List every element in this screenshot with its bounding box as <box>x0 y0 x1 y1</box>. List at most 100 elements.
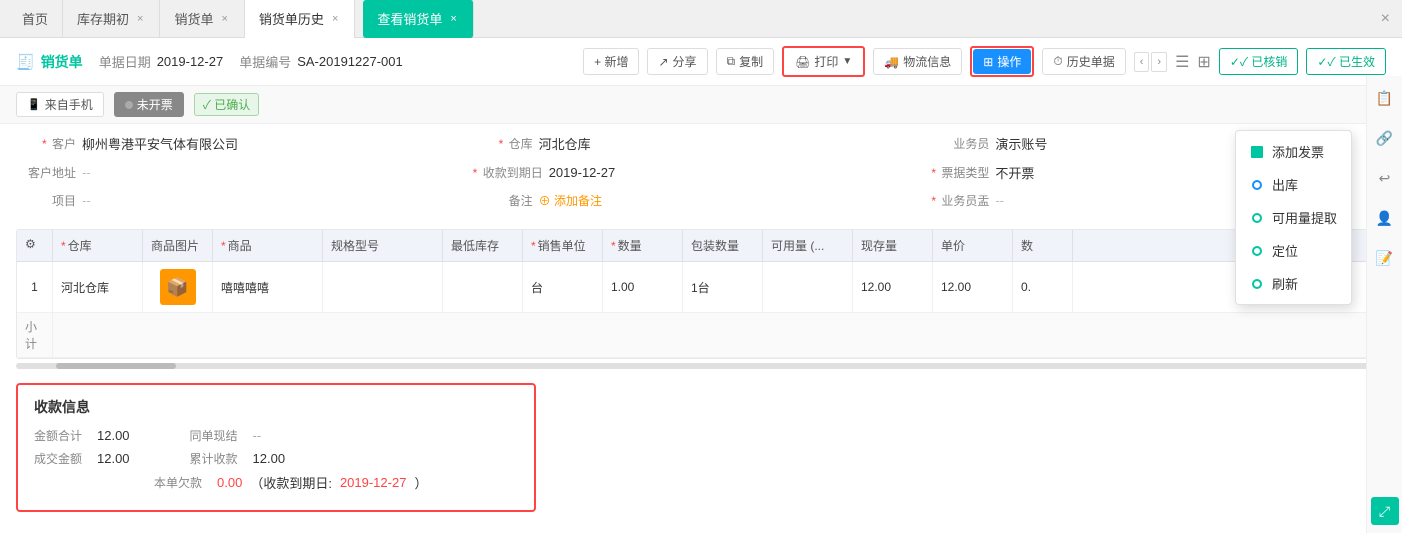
sidebar-user-icon[interactable]: 👤 <box>1371 204 1399 232</box>
date-value: 2019-12-27 <box>157 54 224 69</box>
tab-close-view[interactable]: × <box>448 11 458 27</box>
warehouse-value: 河北仓库 <box>539 134 930 153</box>
second-toolbar: 📱 来自手机 未开票 ✓ 已确认 <box>0 86 1402 124</box>
sidebar-return-icon[interactable]: ↩ <box>1371 164 1399 192</box>
view-toggle-list[interactable]: ☰ <box>1175 52 1189 72</box>
staff-label: 业务员 <box>929 135 989 152</box>
add-note-button[interactable]: ⊕ 添加备注 <box>539 192 602 209</box>
total-label: 金额合计 <box>34 427 89 444</box>
doc-title: 🧾 销货单 <box>16 52 83 72</box>
row-amount: 0. <box>1013 262 1073 312</box>
row-stock: 12.00 <box>853 262 933 312</box>
bottom-section: 收款信息 金额合计 12.00 同单现结 -- 成交金额 12.00 <box>0 373 1402 522</box>
scroll-bar-area[interactable] <box>16 363 1386 369</box>
share-button[interactable]: ↗ 分享 <box>647 48 707 75</box>
payment-info-box: 收款信息 金额合计 12.00 同单现结 -- 成交金额 12.00 <box>16 383 536 512</box>
customer-field: * 客户 柳州粤港平安气体有限公司 <box>16 134 473 153</box>
tab-home[interactable]: 首页 <box>8 0 63 38</box>
product-table: ⚙ *仓库 商品图片 *商品 规格型号 最低库存 *销售单位 *数量 包装数量 <box>16 229 1386 359</box>
cumulative-value: 12.00 <box>253 451 286 466</box>
scroll-thumb[interactable] <box>56 363 176 369</box>
sidebar-expand-icon[interactable]: ⤢ <box>1371 497 1399 525</box>
deal-value: 12.00 <box>97 451 130 466</box>
project-label: 项目 <box>16 192 76 209</box>
locate-item[interactable]: 定位 <box>1236 234 1351 267</box>
customer-label: * 客户 <box>16 135 76 152</box>
sidebar-link-icon[interactable]: 🔗 <box>1371 124 1399 152</box>
note-label: 备注 <box>473 192 533 209</box>
tab-view-sales[interactable]: 查看销货单 × <box>363 0 473 38</box>
payment-row-1: 金额合计 12.00 同单现结 -- <box>34 427 518 444</box>
col-min-stock-header: 最低库存 <box>443 230 523 261</box>
col-warehouse-header: *仓库 <box>53 230 143 261</box>
table-row[interactable]: 1 河北仓库 📦 嘻嘻嘻嘻 台 1.00 1台 12.00 12.00 0. <box>17 262 1385 313</box>
confirmed-tag: ✓ 已确认 <box>194 93 260 116</box>
tab-close-history[interactable]: × <box>330 11 340 27</box>
row-warehouse: 河北仓库 <box>53 262 143 312</box>
payment-title: 收款信息 <box>34 397 518 417</box>
logistics-button[interactable]: 🚚 物流信息 <box>873 48 962 75</box>
add-invoice-item[interactable]: 添加发票 <box>1236 135 1351 168</box>
doc-actions: + 新增 ↗ 分享 ⧉ 复制 🖨 打印 ▼ 🚚 <box>583 46 1386 77</box>
tab-inventory[interactable]: 库存期初 × <box>63 0 160 38</box>
tab-bar: 首页 库存期初 × 销货单 × 销货单历史 × 查看销货单 × × <box>0 0 1402 38</box>
gray-dot-icon <box>125 101 133 109</box>
window-close-btn[interactable]: × <box>1381 10 1394 28</box>
tab-sales-history[interactable]: 销货单历史 × <box>245 0 355 38</box>
doc-header: 🧾 销货单 单据日期 2019-12-27 单据编号 SA-20191227-0… <box>0 38 1402 86</box>
col-amount-header: 数 <box>1013 230 1073 261</box>
print-button[interactable]: 🖨 打印 ▼ <box>785 49 862 74</box>
check-confirmed-icon: ✓ <box>203 98 211 112</box>
warehouse-field: * 仓库 河北仓库 <box>473 134 930 153</box>
due-note-end: ） <box>414 473 427 492</box>
new-button[interactable]: + 新增 <box>583 48 639 75</box>
form-row-2: 客户地址 -- * 收款到期日 2019-12-27 * 票据类型 不开票 <box>16 163 1386 182</box>
outbound-item[interactable]: 出库 <box>1236 168 1351 201</box>
check-icon-effective: ✓ <box>1317 55 1327 69</box>
tab-sales[interactable]: 销货单 × <box>160 0 244 38</box>
view-toggle-grid[interactable]: ⊞ <box>1197 52 1210 72</box>
tab-close-inventory[interactable]: × <box>135 11 145 27</box>
customer-value: 柳州粤港平安气体有限公司 <box>82 134 473 153</box>
payment-date-field: * 收款到期日 2019-12-27 <box>473 164 930 181</box>
sidebar-note-icon[interactable]: 📝 <box>1371 244 1399 272</box>
available-extract-item[interactable]: 可用量提取 <box>1236 201 1351 234</box>
operate-highlight: ⊞ 操作 <box>970 46 1034 77</box>
settings-icon: ⚙ <box>25 237 36 251</box>
date-label: 单据日期 <box>99 52 151 71</box>
from-phone-button[interactable]: 📱 来自手机 <box>16 92 104 117</box>
operate-button[interactable]: ⊞ 操作 <box>973 49 1031 74</box>
copy-button[interactable]: ⧉ 复制 <box>716 48 775 75</box>
next-arrow[interactable]: › <box>1151 52 1167 72</box>
refresh-item[interactable]: 刷新 <box>1236 267 1351 300</box>
same-order-label: 同单现结 <box>190 427 245 444</box>
cumulative-item: 累计收款 12.00 <box>190 450 286 467</box>
print-operate-group: 🖨 打印 ▼ <box>782 46 865 77</box>
truck-icon: 🚚 <box>884 55 899 69</box>
sub-total-empty <box>53 313 1385 357</box>
col-qty-header: *数量 <box>603 230 683 261</box>
form-row-3: 项目 -- 备注 ⊕ 添加备注 * 业务员盂 -- <box>16 192 1386 209</box>
row-spec <box>323 262 443 312</box>
address-value: -- <box>82 165 473 180</box>
col-setting: ⚙ <box>17 230 53 261</box>
sidebar-clipboard-icon[interactable]: 📋 <box>1371 84 1399 112</box>
prev-arrow[interactable]: ‹ <box>1134 52 1150 72</box>
form-section: * 客户 柳州粤港平安气体有限公司 * 仓库 河北仓库 业务员 演示账号 <box>0 124 1402 229</box>
number-value: SA-20191227-001 <box>297 54 403 69</box>
history-button[interactable]: ⏱ 历史单据 <box>1042 48 1125 75</box>
same-order-value: -- <box>253 428 262 443</box>
not-open-ticket-button[interactable]: 未开票 <box>114 92 184 117</box>
add-invoice-icon <box>1250 145 1264 159</box>
due-value: 0.00 <box>217 475 242 490</box>
sub-total-row: 小计 <box>17 313 1385 358</box>
row-num: 1 <box>17 262 53 312</box>
total-amount-item: 金额合计 12.00 <box>34 427 130 444</box>
effective-button[interactable]: ✓ ✓ 已生效 <box>1306 48 1386 75</box>
col-avail-header: 可用量 (... <box>763 230 853 261</box>
cancel-sale-button[interactable]: ✓ ✓ 已核销 <box>1219 48 1299 75</box>
tab-close-sales[interactable]: × <box>219 11 229 27</box>
row-img: 📦 <box>143 262 213 312</box>
due-note: （收款到期日: <box>250 473 332 492</box>
total-value: 12.00 <box>97 428 130 443</box>
